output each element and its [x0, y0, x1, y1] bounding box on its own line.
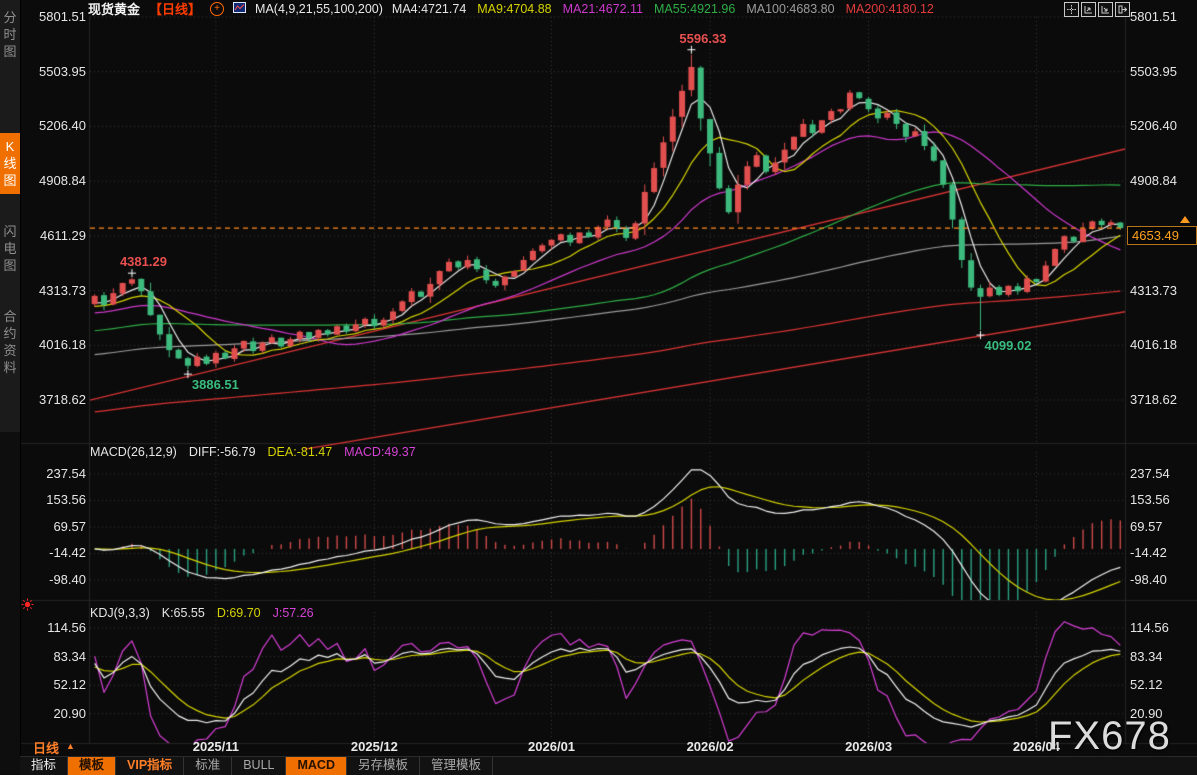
- x-axis-date-label: 2026/02: [675, 739, 745, 754]
- price-arrow-icon: [1180, 216, 1190, 223]
- y-axis-label: 4016.18: [28, 337, 86, 352]
- macd-panel-header: MACD(26,12,9) DIFF:-56.79 DEA:-81.47 MACD:4…: [90, 445, 416, 459]
- macd-axis-label: -98.40: [1130, 572, 1192, 587]
- y-axis-label: 5801.51: [28, 9, 86, 24]
- kdj-axis-label: 114.56: [1130, 620, 1192, 635]
- ma-value-label: MA55:4921.96: [654, 2, 735, 16]
- chart-header: 现货黄金 【日线】 + MA(4,9,21,55,100,200) MA4:47…: [88, 0, 934, 17]
- ma-group-label: MA(4,9,21,55,100,200): [255, 2, 383, 16]
- ma-value-label: MA9:4704.88: [477, 2, 551, 16]
- macd-axis-label: 69.57: [1130, 519, 1192, 534]
- kdj-axis-label: 20.90: [28, 706, 86, 721]
- footer-tab-bar: 指标模板VIP指标标准BULLMACD另存模板管理模板: [20, 756, 1197, 775]
- ma-value-label: MA4:4721.74: [392, 2, 466, 16]
- price-annotation: 5596.33: [679, 31, 726, 46]
- macd-axis-label: 237.54: [1130, 466, 1192, 481]
- kdj-header-label: D:69.70: [217, 606, 261, 620]
- y-axis-label: 4611.29: [28, 228, 86, 243]
- x-axis-date-label: 2025/11: [181, 739, 251, 754]
- period-dropdown[interactable]: 日线: [33, 738, 59, 757]
- y-axis-label: 5801.51: [1130, 9, 1192, 24]
- footer-tab-另存模板[interactable]: 另存模板: [347, 757, 420, 775]
- sidebar-tab-4[interactable]: 合约资料: [0, 303, 20, 381]
- y-axis-label: 4908.84: [1130, 173, 1192, 188]
- sidebar-tab-2[interactable]: K线图: [0, 133, 20, 194]
- scale-axis-left-icon[interactable]: [1081, 2, 1096, 17]
- y-axis-label: 4313.73: [1130, 283, 1192, 298]
- ma-value-label: MA100:4683.80: [746, 2, 834, 16]
- add-indicator-icon[interactable]: +: [210, 2, 224, 16]
- macd-axis-label: -14.42: [28, 545, 86, 560]
- kdj-header-label: K:65.55: [162, 606, 205, 620]
- x-axis-date-label: 2026/03: [834, 739, 904, 754]
- footer-tab-macd[interactable]: MACD: [286, 757, 347, 775]
- y-axis-label: 3718.62: [1130, 392, 1192, 407]
- kdj-axis-label: 83.34: [28, 649, 86, 664]
- macd-axis-label: 237.54: [28, 466, 86, 481]
- kdj-axis-label: 114.56: [28, 620, 86, 635]
- watermark: FX678: [1048, 714, 1171, 759]
- scale-axis-right-icon[interactable]: [1098, 2, 1113, 17]
- period-dropdown-arrow-icon[interactable]: ▲: [66, 741, 75, 751]
- y-axis-label: 3718.62: [28, 392, 86, 407]
- y-axis-label: 5503.95: [28, 64, 86, 79]
- price-annotation: 4099.02: [984, 338, 1031, 353]
- footer-tab-模板[interactable]: 模板: [68, 757, 116, 775]
- footer-tab-标准[interactable]: 标准: [184, 757, 232, 775]
- footer-tab-bull[interactable]: BULL: [232, 757, 286, 775]
- chart-tool-buttons: [1064, 2, 1130, 17]
- sidebar-tab-1[interactable]: 分时图: [0, 4, 20, 65]
- price-annotation: 4381.29: [120, 254, 167, 269]
- footer-tab-管理模板[interactable]: 管理模板: [420, 757, 493, 775]
- symbol-title: 现货黄金: [88, 0, 140, 18]
- kdj-header-label: J:57.26: [273, 606, 314, 620]
- macd-axis-label: 69.57: [28, 519, 86, 534]
- pan-exit-icon[interactable]: [1115, 2, 1130, 17]
- ma-values: MA4:4721.74 MA9:4704.88 MA21:4672.11 MA55:4…: [392, 2, 934, 16]
- macd-axis-label: 153.56: [1130, 492, 1192, 507]
- period-tag: 【日线】: [149, 0, 201, 18]
- y-axis-label: 5503.95: [1130, 64, 1192, 79]
- alert-icon: [21, 598, 34, 616]
- kdj-header-label: KDJ(9,3,3): [90, 606, 150, 620]
- macd-header-label: MACD:49.37: [344, 445, 416, 459]
- footer-tab-vip指标[interactable]: VIP指标: [116, 757, 184, 775]
- price-annotation: 3886.51: [192, 377, 239, 392]
- kdj-axis-label: 52.12: [28, 677, 86, 692]
- y-axis-label: 5206.40: [28, 118, 86, 133]
- y-axis-label: 4908.84: [28, 173, 86, 188]
- macd-axis-label: -14.42: [1130, 545, 1192, 560]
- macd-header-label: DIFF:-56.79: [189, 445, 256, 459]
- macd-header-label: MACD(26,12,9): [90, 445, 177, 459]
- x-axis-row: 日线 ▲ 2025/11 2025/12 2026/01 2026/02 2026/03…: [0, 735, 1197, 756]
- kdj-axis-label: 83.34: [1130, 649, 1192, 664]
- crosshair-icon[interactable]: [1064, 2, 1079, 17]
- kdj-panel-header: KDJ(9,3,3) K:65.55 D:69.70 J:57.26: [90, 606, 314, 620]
- current-price-tag: 4653.49: [1127, 226, 1197, 245]
- ma-value-label: MA200:4180.12: [846, 2, 934, 16]
- footer-tab-指标[interactable]: 指标: [20, 757, 68, 775]
- sidebar: 分时图 K线图闪电图合约资料: [0, 0, 21, 774]
- macd-axis-label: 153.56: [28, 492, 86, 507]
- macd-axis-label: -98.40: [28, 572, 86, 587]
- sidebar-tab-3[interactable]: 闪电图: [0, 218, 20, 279]
- x-axis-date-label: 2025/12: [339, 739, 409, 754]
- ma-value-label: MA21:4672.11: [563, 2, 643, 16]
- x-axis-date-label: 2026/01: [517, 739, 587, 754]
- macd-header-label: DEA:-81.47: [268, 445, 333, 459]
- y-axis-label: 4313.73: [28, 283, 86, 298]
- mini-chart-icon[interactable]: [233, 2, 246, 16]
- chart-canvas[interactable]: [0, 0, 1197, 774]
- y-axis-label: 5206.40: [1130, 118, 1192, 133]
- kdj-axis-label: 52.12: [1130, 677, 1192, 692]
- y-axis-label: 4016.18: [1130, 337, 1192, 352]
